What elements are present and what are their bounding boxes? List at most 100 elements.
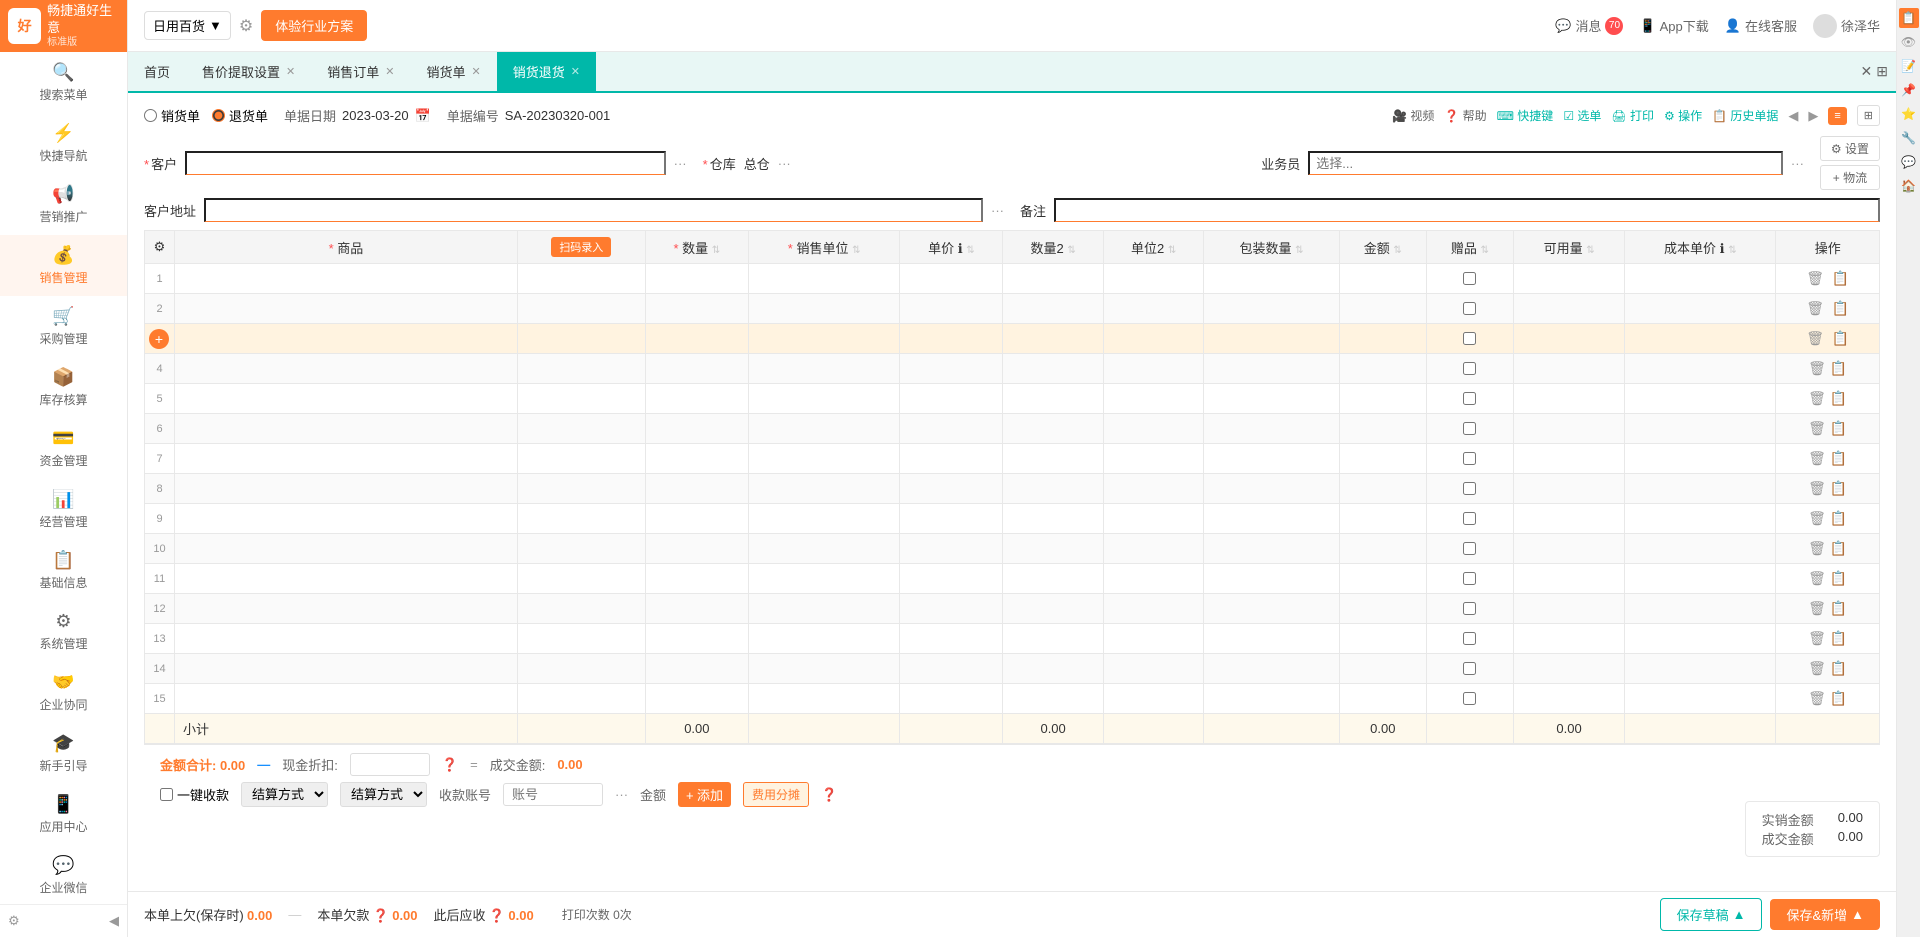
toolbar-history[interactable]: 📋 历史单据 <box>1712 107 1778 124</box>
row-3-costprice[interactable] <box>1625 324 1776 354</box>
row-12-delete[interactable]: 🗑 <box>1806 598 1828 619</box>
trial-button[interactable]: 体验行业方案 <box>261 10 367 41</box>
sidebar-settings-icon[interactable]: ⚙ <box>8 913 20 929</box>
row-5-delete[interactable]: 🗑 <box>1806 388 1828 409</box>
amount-sort-icon[interactable]: ⇅ <box>1393 245 1401 256</box>
sidebar-item-search[interactable]: 🔍 搜索菜单 <box>0 52 127 113</box>
tab-price-settings-close[interactable]: ✕ <box>286 65 295 78</box>
packqty-sort-icon[interactable]: ⇅ <box>1295 245 1303 256</box>
tab-home[interactable]: 首页 <box>128 52 186 91</box>
row-4-copy[interactable]: 📋 <box>1828 358 1849 379</box>
row-4-delete[interactable]: 🗑 <box>1806 358 1828 379</box>
sidebar-item-finance[interactable]: 💳 资金管理 <box>0 418 127 479</box>
tab-sales-return[interactable]: 销货退货 ✕ <box>497 52 596 91</box>
row-2-costprice[interactable] <box>1625 294 1776 324</box>
toolbar-operation[interactable]: ⚙ 操作 <box>1664 107 1702 124</box>
row-9-copy[interactable]: 📋 <box>1828 508 1849 529</box>
tab-sales-slip[interactable]: 销货单 ✕ <box>410 52 496 91</box>
calendar-icon[interactable]: 📅 <box>415 108 431 124</box>
row-7-delete[interactable]: 🗑 <box>1806 448 1828 469</box>
row-14-delete[interactable]: 🗑 <box>1806 658 1828 679</box>
save-new-dropdown-icon[interactable]: ▲ <box>1851 907 1864 922</box>
row-2-copy[interactable]: 📋 <box>1830 298 1851 319</box>
row-2-unit[interactable] <box>748 294 899 324</box>
row-1-costprice[interactable] <box>1625 264 1776 294</box>
row-11-copy[interactable]: 📋 <box>1828 568 1849 589</box>
should-receive-help[interactable]: ❓ <box>489 908 505 923</box>
row-3-product-input[interactable] <box>179 331 513 346</box>
toolbar-video[interactable]: 🎥 视频 <box>1392 107 1434 124</box>
quantity-sort-icon[interactable]: ⇅ <box>712 245 720 256</box>
scan-input-button[interactable]: 扫码录入 <box>551 237 611 257</box>
close-all-icon[interactable]: ✕ <box>1861 63 1873 80</box>
table-settings-icon[interactable]: ⚙ <box>154 239 166 254</box>
save-new-button[interactable]: 保存&新增 ▲ <box>1770 899 1880 930</box>
row-15-delete[interactable]: 🗑 <box>1806 688 1828 709</box>
right-panel-icon-1[interactable]: 📋 <box>1899 8 1919 28</box>
row-10-copy[interactable]: 📋 <box>1828 538 1849 559</box>
add-row-button[interactable]: + <box>149 329 169 349</box>
toolbar-prev[interactable]: ◀ <box>1788 108 1798 124</box>
th-settings[interactable]: ⚙ <box>145 231 175 264</box>
customer-input[interactable] <box>185 151 666 175</box>
tab-sales-return-close[interactable]: ✕ <box>571 65 580 78</box>
sidebar-collapse-icon[interactable]: ◀ <box>109 913 119 929</box>
row-2-available[interactable] <box>1513 294 1624 324</box>
one-click-payment-checkbox[interactable] <box>160 788 173 801</box>
sidebar-item-inventory[interactable]: 📦 库存核算 <box>0 357 127 418</box>
row-5-copy[interactable]: 📋 <box>1828 388 1849 409</box>
row-13-delete[interactable]: 🗑 <box>1806 628 1828 649</box>
row-10-delete[interactable]: 🗑 <box>1806 538 1828 559</box>
online-service-button[interactable]: 👤 在线客服 <box>1725 16 1797 35</box>
row-3-gift[interactable] <box>1426 324 1513 354</box>
right-panel-icon-3[interactable]: 📝 <box>1899 56 1919 76</box>
row-9-delete[interactable]: 🗑 <box>1806 508 1828 529</box>
tab-sales-slip-close[interactable]: ✕ <box>472 65 481 78</box>
sidebar-item-purchase[interactable]: 🛒 采购管理 <box>0 296 127 357</box>
tab-sales-order-close[interactable]: ✕ <box>385 65 394 78</box>
toolbar-select[interactable]: ☑ 选单 <box>1563 107 1601 124</box>
once-owe-help[interactable]: ❓ <box>373 908 389 923</box>
sidebar-item-operations[interactable]: 📊 经营管理 <box>0 479 127 540</box>
sidebar-item-collab[interactable]: 🤝 企业协同 <box>0 662 127 723</box>
save-draft-dropdown-icon[interactable]: ▲ <box>1733 907 1746 922</box>
toolbar-shortcuts[interactable]: ⌨ 快捷键 <box>1497 107 1554 124</box>
message-button[interactable]: 💬 消息 70 <box>1555 16 1623 35</box>
row-2-price[interactable] <box>900 294 1003 324</box>
row-3-unit2[interactable] <box>1103 324 1204 354</box>
customer-picker[interactable]: ··· <box>674 156 687 171</box>
salesperson-input[interactable] <box>1308 151 1783 175</box>
row-1-copy[interactable]: 📋 <box>1830 268 1851 289</box>
right-panel-icon-2[interactable]: 👁 <box>1899 32 1919 52</box>
row-2-gift[interactable] <box>1426 294 1513 324</box>
toolbar-help[interactable]: ❓ 帮助 <box>1444 107 1486 124</box>
row-8-delete[interactable]: 🗑 <box>1806 478 1828 499</box>
radio-return-slip[interactable]: 退货单 <box>212 106 268 125</box>
address-picker[interactable]: ··· <box>991 203 1004 218</box>
right-panel-icon-5[interactable]: ⭐ <box>1899 104 1919 124</box>
unit-sort-icon[interactable]: ⇅ <box>852 245 860 256</box>
save-draft-button[interactable]: 保存草稿 ▲ <box>1660 898 1763 931</box>
account-input[interactable] <box>503 783 603 806</box>
sidebar-item-marketing[interactable]: 📢 营销推广 <box>0 174 127 235</box>
sidebar-item-basic[interactable]: 📋 基础信息 <box>0 540 127 601</box>
row-3-packqty[interactable] <box>1204 324 1339 354</box>
row-6-copy[interactable]: 📋 <box>1828 418 1849 439</box>
row-2-product[interactable] <box>175 294 518 324</box>
row-1-available[interactable] <box>1513 264 1624 294</box>
sidebar-item-apps[interactable]: 📱 应用中心 <box>0 784 127 845</box>
radio-sales-slip[interactable]: 销货单 <box>144 106 200 125</box>
row-3-amount[interactable] <box>1339 324 1426 354</box>
sidebar-item-quick[interactable]: ⚡ 快捷导航 <box>0 113 127 174</box>
toolbar-print[interactable]: 🖨 打印 <box>1611 107 1654 124</box>
logistics-button[interactable]: + 物流 <box>1820 165 1880 190</box>
row-2-qty[interactable] <box>645 294 748 324</box>
remark-input[interactable] <box>1054 198 1880 222</box>
row-6-delete[interactable]: 🗑 <box>1806 418 1828 439</box>
toolbar-view-list[interactable]: ≡ <box>1828 107 1846 125</box>
row-13-copy[interactable]: 📋 <box>1828 628 1849 649</box>
sidebar-item-system[interactable]: ⚙ 系统管理 <box>0 601 127 662</box>
right-panel-icon-8[interactable]: 🏠 <box>1899 176 1919 196</box>
row-15-copy[interactable]: 📋 <box>1828 688 1849 709</box>
right-panel-icon-7[interactable]: 💬 <box>1899 152 1919 172</box>
